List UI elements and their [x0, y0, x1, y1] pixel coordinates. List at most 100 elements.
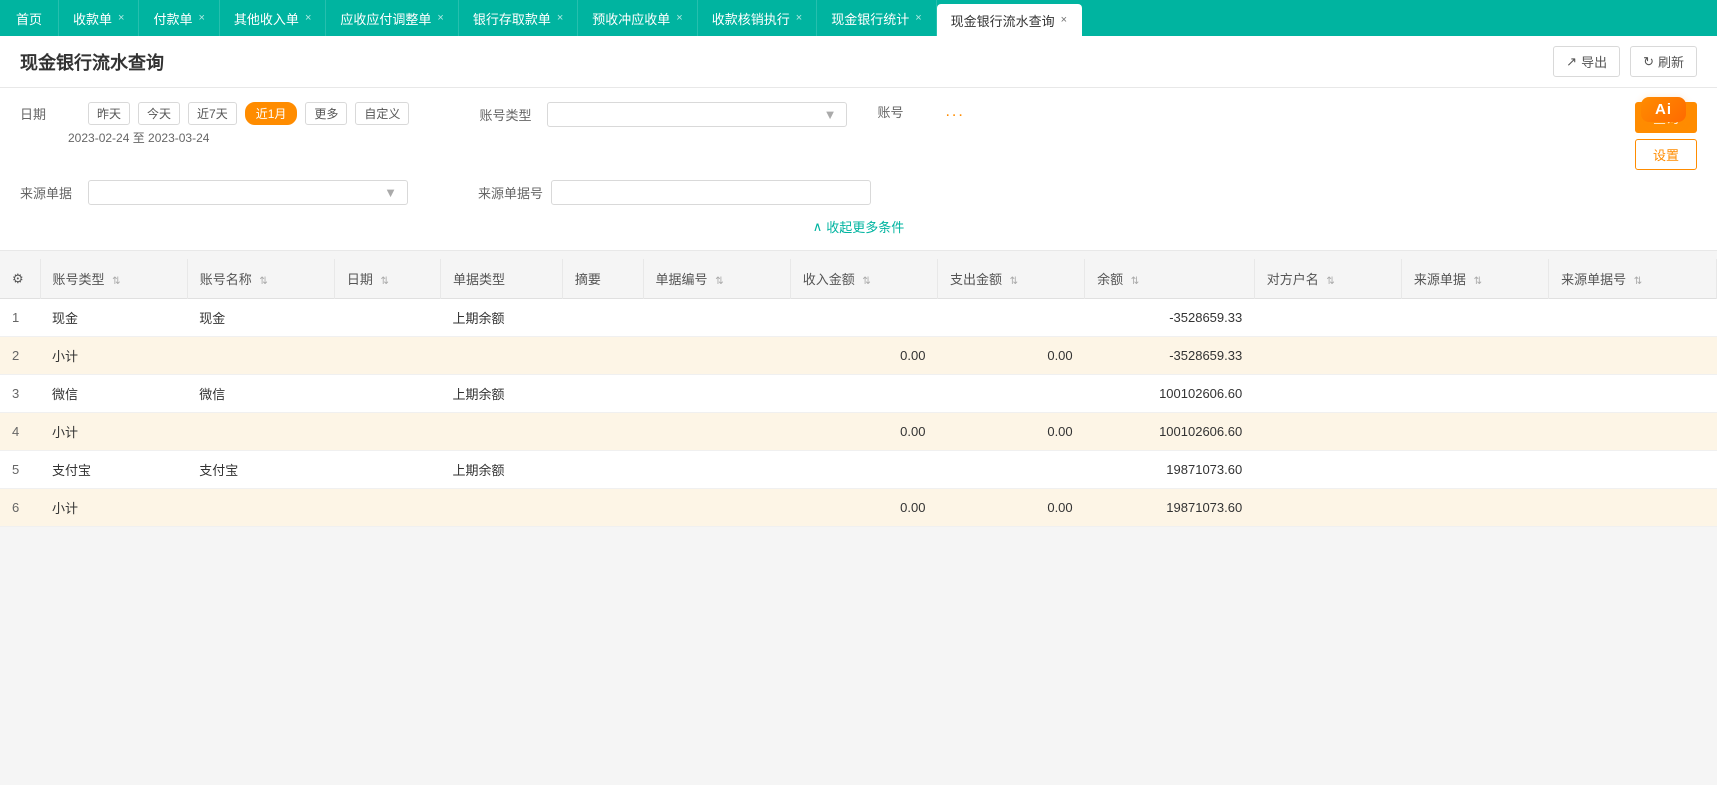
close-icon[interactable]: ×: [305, 12, 311, 24]
nav-tab-2[interactable]: 其他收入单 ×: [220, 0, 326, 36]
table-cell: [334, 413, 440, 451]
date-btn-more[interactable]: 更多: [305, 102, 347, 125]
account-type-label: 账号类型: [479, 105, 539, 124]
date-btn-yesterday[interactable]: 昨天: [88, 102, 130, 125]
close-icon[interactable]: ×: [557, 12, 563, 24]
sort-icon: ⇅: [862, 276, 870, 287]
chevron-up-icon: ∧: [813, 219, 823, 235]
table-row: 4小计0.000.00100102606.60: [0, 413, 1717, 451]
table-cell: [187, 489, 334, 527]
date-range-display: 2023-02-24 至 2023-03-24: [68, 131, 209, 145]
table-cell: [1401, 375, 1548, 413]
table-cell: [562, 337, 643, 375]
page-title: 现金银行流水查询: [20, 49, 164, 75]
date-btn-custom[interactable]: 自定义: [355, 102, 409, 125]
sort-icon: ⇅: [1010, 276, 1018, 287]
table-cell: 0.00: [937, 489, 1084, 527]
table-cell: 2: [0, 337, 40, 375]
nav-home[interactable]: 首页: [0, 0, 59, 36]
table-cell: 0.00: [790, 413, 937, 451]
sort-icon: ⇅: [715, 276, 723, 287]
table-cell: [187, 337, 334, 375]
nav-tab-4[interactable]: 银行存取款单 ×: [459, 0, 578, 36]
settings-button[interactable]: 设置: [1635, 139, 1697, 170]
table-cell: [187, 413, 334, 451]
table-cell: [562, 299, 643, 337]
refresh-button[interactable]: ↻ 刷新: [1630, 46, 1697, 77]
col-gear[interactable]: ⚙: [0, 259, 40, 299]
close-icon[interactable]: ×: [676, 12, 682, 24]
table-cell: [440, 489, 562, 527]
table-cell: 微信: [187, 375, 334, 413]
table-row: 3微信微信上期余额100102606.60: [0, 375, 1717, 413]
table-cell: [1254, 375, 1401, 413]
nav-tab-8[interactable]: 现金银行流水查询 ×: [937, 4, 1082, 36]
table-cell: -3528659.33: [1085, 299, 1255, 337]
close-icon[interactable]: ×: [796, 12, 802, 24]
col-doc-type[interactable]: 单据类型: [440, 259, 562, 299]
table-cell: [1401, 337, 1548, 375]
sort-icon: ⇅: [1326, 276, 1334, 287]
col-date[interactable]: 日期 ⇅: [334, 259, 440, 299]
table-cell: 1: [0, 299, 40, 337]
table-cell: [1401, 413, 1548, 451]
chevron-down-icon-2: ▼: [384, 185, 397, 200]
source-doc-select[interactable]: ▼: [88, 180, 408, 205]
date-btn-1month[interactable]: 近1月: [245, 102, 298, 125]
date-btn-7days[interactable]: 近7天: [188, 102, 237, 125]
table-cell: 0.00: [790, 337, 937, 375]
col-account-type[interactable]: 账号类型 ⇅: [40, 259, 187, 299]
close-icon[interactable]: ×: [198, 12, 204, 24]
table-cell: [790, 451, 937, 489]
sort-icon: ⇅: [1131, 276, 1139, 287]
table-cell: [562, 451, 643, 489]
table-cell: [643, 489, 790, 527]
table-cell: [334, 337, 440, 375]
table-cell: 支付宝: [40, 451, 187, 489]
close-icon[interactable]: ×: [915, 12, 921, 24]
export-button[interactable]: ↗ 导出: [1553, 46, 1620, 77]
nav-tab-1[interactable]: 付款单 ×: [139, 0, 219, 36]
account-dots[interactable]: ...: [945, 103, 964, 121]
col-summary[interactable]: 摘要: [562, 259, 643, 299]
table-cell: [937, 375, 1084, 413]
col-account-name[interactable]: 账号名称 ⇅: [187, 259, 334, 299]
header-actions: ↗ 导出 ↻ 刷新: [1553, 46, 1697, 77]
table-cell: [334, 375, 440, 413]
table-cell: 小计: [40, 337, 187, 375]
source-doc-no-label: 来源单据号: [478, 183, 543, 202]
table-cell: [1401, 299, 1548, 337]
table-cell: 现金: [187, 299, 334, 337]
nav-tab-3[interactable]: 应收应付调整单 ×: [326, 0, 458, 36]
ai-badge[interactable]: Ai: [1641, 97, 1686, 122]
col-counterpart[interactable]: 对方户名 ⇅: [1254, 259, 1401, 299]
table-container: ⚙ 账号类型 ⇅ 账号名称 ⇅ 日期 ⇅ 单据类型 摘要: [0, 259, 1717, 527]
col-doc-no[interactable]: 单据编号 ⇅: [643, 259, 790, 299]
col-source-doc-no[interactable]: 来源单据号 ⇅: [1549, 259, 1717, 299]
col-income[interactable]: 收入金额 ⇅: [790, 259, 937, 299]
table-cell: [937, 451, 1084, 489]
col-balance[interactable]: 余额 ⇅: [1085, 259, 1255, 299]
close-icon[interactable]: ×: [437, 12, 443, 24]
source-doc-no-input[interactable]: [551, 180, 871, 205]
table-cell: 4: [0, 413, 40, 451]
collapse-bar[interactable]: ∧ 收起更多条件: [20, 213, 1697, 240]
col-source-doc[interactable]: 来源单据 ⇅: [1401, 259, 1548, 299]
close-icon[interactable]: ×: [1061, 14, 1067, 26]
nav-tab-5[interactable]: 预收冲应收单 ×: [578, 0, 697, 36]
table-cell: [1401, 451, 1548, 489]
gear-icon[interactable]: ⚙: [12, 271, 24, 286]
account-type-select[interactable]: ▼: [547, 102, 847, 127]
account-label: 账号: [877, 102, 937, 121]
nav-tab-7[interactable]: 现金银行统计 ×: [817, 0, 936, 36]
table-cell: [1254, 413, 1401, 451]
close-icon[interactable]: ×: [118, 12, 124, 24]
data-table: ⚙ 账号类型 ⇅ 账号名称 ⇅ 日期 ⇅ 单据类型 摘要: [0, 259, 1717, 527]
nav-tab-6[interactable]: 收款核销执行 ×: [698, 0, 817, 36]
table-cell: 100102606.60: [1085, 413, 1255, 451]
col-expense[interactable]: 支出金额 ⇅: [937, 259, 1084, 299]
nav-tab-0[interactable]: 收款单 ×: [59, 0, 139, 36]
date-btn-today[interactable]: 今天: [138, 102, 180, 125]
sort-icon: ⇅: [1474, 276, 1482, 287]
refresh-icon: ↻: [1643, 54, 1654, 70]
